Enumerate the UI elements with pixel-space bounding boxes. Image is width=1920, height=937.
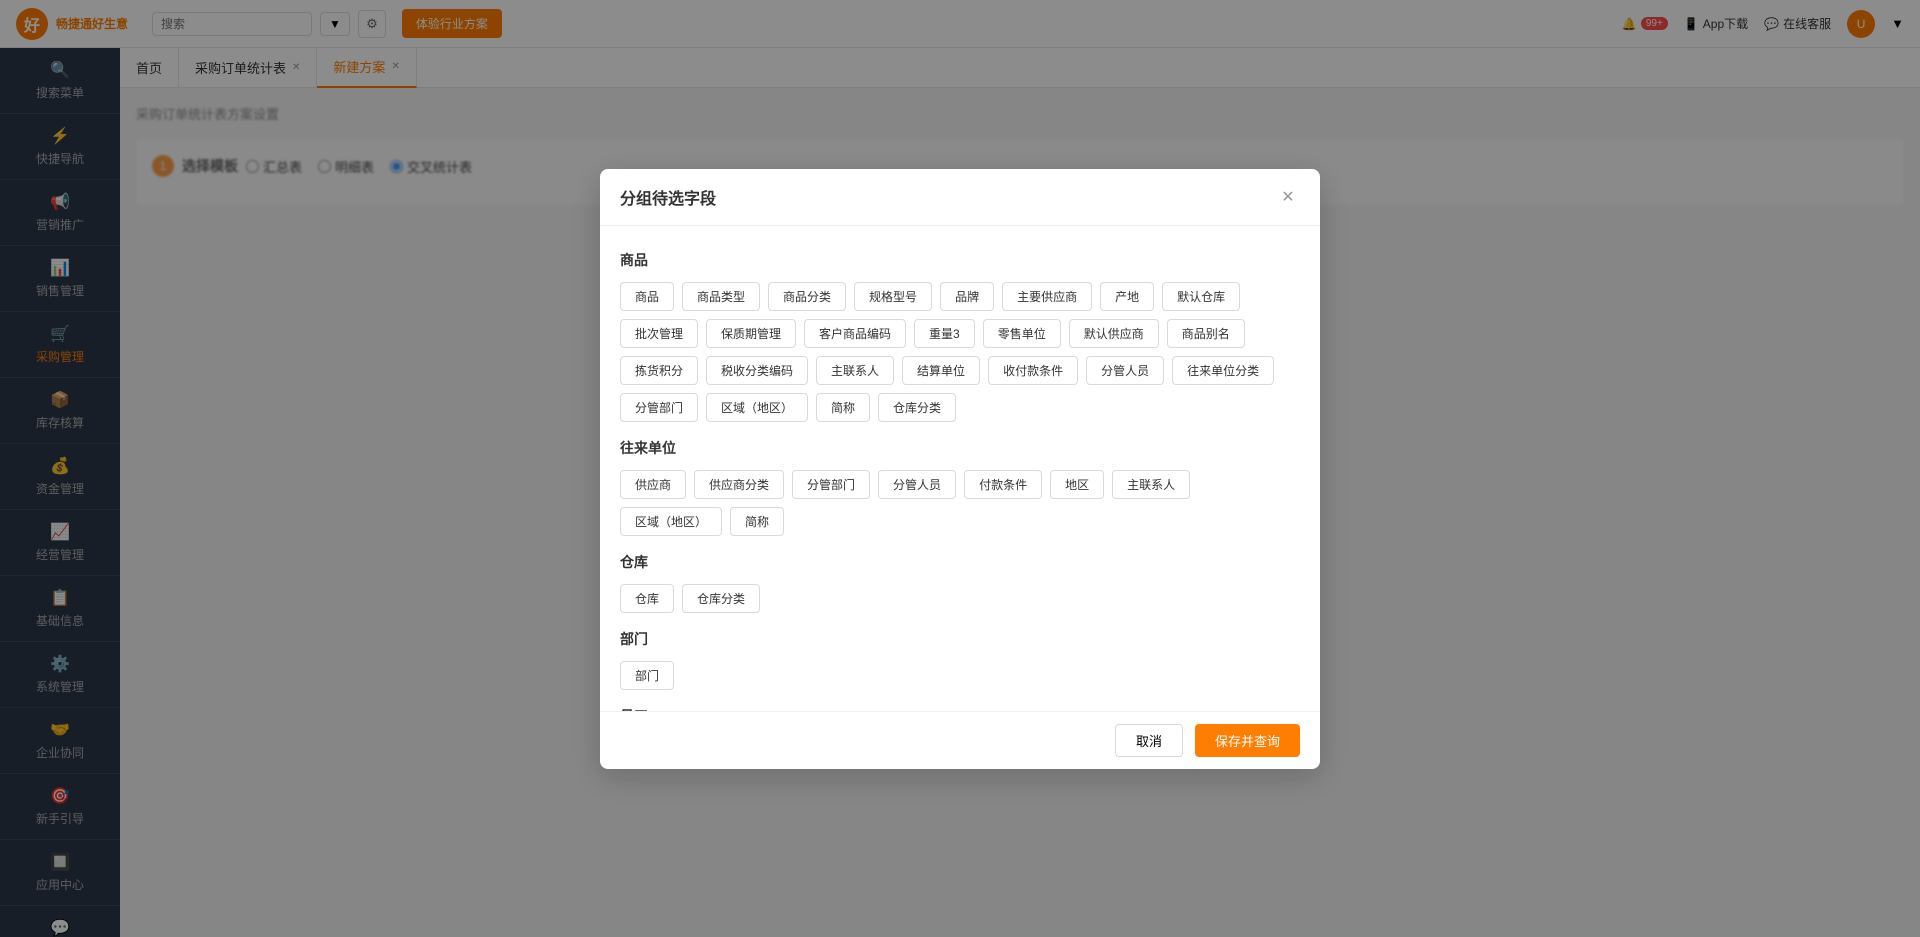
dialog-header: 分组待选字段 ✕ bbox=[600, 169, 1320, 226]
section-title-product: 商品 bbox=[620, 250, 1300, 270]
field-btn-区域地区2[interactable]: 区域（地区） bbox=[620, 507, 722, 536]
section-title-partner: 往来单位 bbox=[620, 438, 1300, 458]
field-btn-简称1[interactable]: 简称 bbox=[816, 393, 870, 422]
dialog-title: 分组待选字段 bbox=[620, 185, 716, 209]
cancel-button[interactable]: 取消 bbox=[1115, 724, 1183, 757]
field-btn-分管部门2[interactable]: 分管部门 bbox=[792, 470, 870, 499]
field-selector-dialog: 分组待选字段 ✕ 商品 商品 商品类型 商品分类 规格型号 品牌 主要供应商 产… bbox=[600, 169, 1320, 769]
field-btn-付款条件[interactable]: 付款条件 bbox=[964, 470, 1042, 499]
field-btn-分管人员2[interactable]: 分管人员 bbox=[878, 470, 956, 499]
field-btn-仓库分类2[interactable]: 仓库分类 bbox=[682, 584, 760, 613]
field-btn-供应商分类[interactable]: 供应商分类 bbox=[694, 470, 784, 499]
field-btn-默认供应商[interactable]: 默认供应商 bbox=[1069, 319, 1159, 348]
section-title-department: 部门 bbox=[620, 629, 1300, 649]
field-btn-主联系人2[interactable]: 主联系人 bbox=[1112, 470, 1190, 499]
field-btn-分管人员1[interactable]: 分管人员 bbox=[1086, 356, 1164, 385]
field-btn-批次管理[interactable]: 批次管理 bbox=[620, 319, 698, 348]
field-btn-规格型号[interactable]: 规格型号 bbox=[854, 282, 932, 311]
product-field-grid: 商品 商品类型 商品分类 规格型号 品牌 主要供应商 产地 默认仓库 批次管理 … bbox=[620, 282, 1300, 422]
dialog-close-button[interactable]: ✕ bbox=[1276, 185, 1300, 209]
field-btn-商品分类[interactable]: 商品分类 bbox=[768, 282, 846, 311]
warehouse-field-grid: 仓库 仓库分类 bbox=[620, 584, 1300, 613]
field-btn-零售单位[interactable]: 零售单位 bbox=[983, 319, 1061, 348]
field-btn-主联系人1[interactable]: 主联系人 bbox=[816, 356, 894, 385]
field-btn-重量3[interactable]: 重量3 bbox=[914, 319, 975, 348]
field-btn-部门[interactable]: 部门 bbox=[620, 661, 674, 690]
field-btn-往来单位分类[interactable]: 往来单位分类 bbox=[1172, 356, 1274, 385]
field-btn-主要供应商[interactable]: 主要供应商 bbox=[1002, 282, 1092, 311]
field-btn-产地[interactable]: 产地 bbox=[1100, 282, 1154, 311]
field-btn-分管部门1[interactable]: 分管部门 bbox=[620, 393, 698, 422]
field-btn-商品类型[interactable]: 商品类型 bbox=[682, 282, 760, 311]
field-btn-仓库[interactable]: 仓库 bbox=[620, 584, 674, 613]
field-btn-结算单位[interactable]: 结算单位 bbox=[902, 356, 980, 385]
field-btn-商品别名[interactable]: 商品别名 bbox=[1167, 319, 1245, 348]
confirm-button[interactable]: 保存并查询 bbox=[1195, 724, 1300, 757]
field-btn-仓库分类1[interactable]: 仓库分类 bbox=[878, 393, 956, 422]
dialog-footer: 取消 保存并查询 bbox=[600, 711, 1320, 769]
field-btn-简称2[interactable]: 简称 bbox=[730, 507, 784, 536]
modal-overlay: 分组待选字段 ✕ 商品 商品 商品类型 商品分类 规格型号 品牌 主要供应商 产… bbox=[0, 0, 1920, 937]
field-btn-保质期管理[interactable]: 保质期管理 bbox=[706, 319, 796, 348]
department-field-grid: 部门 bbox=[620, 661, 1300, 690]
field-btn-收付款条件[interactable]: 收付款条件 bbox=[988, 356, 1078, 385]
field-btn-税收分类编码[interactable]: 税收分类编码 bbox=[706, 356, 808, 385]
field-btn-商品[interactable]: 商品 bbox=[620, 282, 674, 311]
field-btn-默认仓库[interactable]: 默认仓库 bbox=[1162, 282, 1240, 311]
field-btn-品牌[interactable]: 品牌 bbox=[940, 282, 994, 311]
field-btn-客户商品编码[interactable]: 客户商品编码 bbox=[804, 319, 906, 348]
field-btn-拣货积分[interactable]: 拣货积分 bbox=[620, 356, 698, 385]
dialog-body: 商品 商品 商品类型 商品分类 规格型号 品牌 主要供应商 产地 默认仓库 批次… bbox=[600, 226, 1320, 711]
field-btn-供应商[interactable]: 供应商 bbox=[620, 470, 686, 499]
field-btn-地区[interactable]: 地区 bbox=[1050, 470, 1104, 499]
section-title-warehouse: 仓库 bbox=[620, 552, 1300, 572]
partner-field-grid: 供应商 供应商分类 分管部门 分管人员 付款条件 地区 主联系人 区域（地区） … bbox=[620, 470, 1300, 536]
field-btn-区域地区1[interactable]: 区域（地区） bbox=[706, 393, 808, 422]
